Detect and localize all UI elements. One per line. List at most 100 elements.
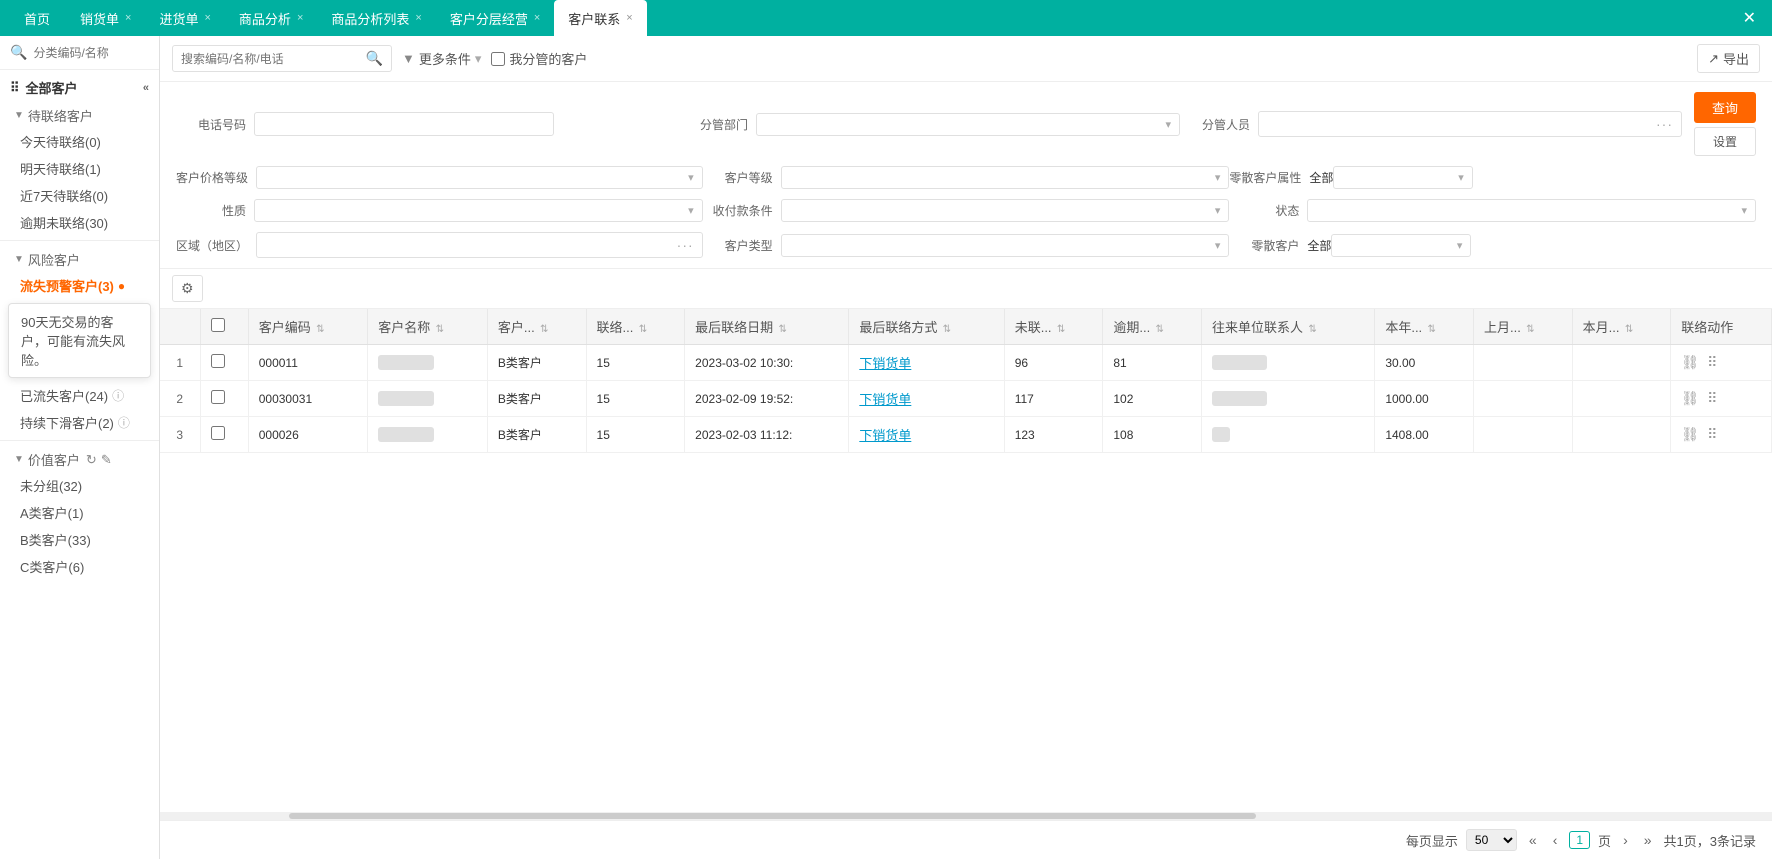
- cell-last-contact-method: 下销货单: [849, 381, 1004, 417]
- sidebar-search-input[interactable]: [33, 46, 149, 60]
- sidebar-item-declining[interactable]: 持续下滑客户(2) ⓘ: [0, 409, 159, 436]
- close-all-button[interactable]: ✕: [1735, 8, 1764, 28]
- more-conditions-chevron: ▾: [475, 51, 482, 67]
- th-current-year[interactable]: 本年... ⇅: [1375, 309, 1474, 345]
- filter-select-dept[interactable]: ▾: [756, 113, 1180, 136]
- filter-dots-region[interactable]: ···: [256, 232, 703, 258]
- sidebar-item-churned[interactable]: 已流失客户(24) ⓘ: [0, 382, 159, 409]
- filter-dots-manager[interactable]: ···: [1258, 111, 1682, 137]
- last-contact-method-link[interactable]: 下销货单: [859, 428, 911, 443]
- close-goods-analysis-list-icon[interactable]: ×: [415, 12, 421, 24]
- nav-customer-contact-label: 客户联系: [568, 9, 620, 28]
- churn-warning-tooltip: 90天无交易的客户，可能有流失风险。: [8, 303, 151, 378]
- value-customers-group[interactable]: ▼ 价值客户 ↻ ✎: [0, 445, 159, 472]
- prev-page-btn[interactable]: ‹: [1549, 832, 1562, 848]
- search-input[interactable]: [181, 52, 366, 66]
- filter-select-retail[interactable]: ▾: [1331, 234, 1471, 257]
- row-checkbox[interactable]: [211, 426, 225, 440]
- sidebar: 🔍 ⠿ 全部客户 « ▼ 待联络客户 今天待联络(0) 明天待联络(1) 近7天…: [0, 36, 160, 859]
- sidebar-item-tomorrow-contact[interactable]: 明天待联络(1): [0, 155, 159, 182]
- th-last-month[interactable]: 上月... ⇅: [1473, 309, 1572, 345]
- scrollbar-thumb[interactable]: [289, 813, 1256, 819]
- th-overdue-days[interactable]: 逾期... ⇅: [1103, 309, 1202, 345]
- th-contact-person[interactable]: 往来单位联系人 ⇅: [1202, 309, 1375, 345]
- my-customers-checkbox[interactable]: 我分管的客户: [491, 49, 587, 68]
- close-customer-tier-icon[interactable]: ×: [534, 12, 540, 24]
- row-checkbox[interactable]: [211, 390, 225, 404]
- cell-action: ⛓ ⠿: [1671, 381, 1772, 417]
- at-risk-group[interactable]: ▼ 风险客户: [0, 245, 159, 272]
- query-button[interactable]: 查询: [1694, 92, 1756, 123]
- th-last-contact-method[interactable]: 最后联络方式 ⇅: [849, 309, 1004, 345]
- sidebar-item-overdue-contact[interactable]: 逾期未联络(30): [0, 209, 159, 236]
- filter-select-status[interactable]: ▾: [1307, 199, 1756, 222]
- filter-label-manager: 分管人员: [1180, 116, 1250, 133]
- filter-label-retail-attr: 零散客户属性: [1229, 169, 1301, 186]
- sidebar-item-class-b[interactable]: B类客户(33): [0, 526, 159, 553]
- action-more-icon[interactable]: ⠿: [1707, 390, 1717, 407]
- all-customers-header[interactable]: ⠿ 全部客户 «: [0, 70, 159, 101]
- close-purchase-icon[interactable]: ×: [204, 12, 210, 24]
- nav-tab-sales[interactable]: 销货单 ×: [66, 0, 145, 36]
- nav-tab-goods-analysis[interactable]: 商品分析 ×: [225, 0, 317, 36]
- page-label: 页: [1598, 831, 1611, 850]
- th-type[interactable]: 客户... ⇅: [487, 309, 586, 345]
- sidebar-item-week-contact[interactable]: 近7天待联络(0): [0, 182, 159, 209]
- th-contact-count[interactable]: 联络... ⇅: [586, 309, 685, 345]
- filter-select-payment[interactable]: ▾: [781, 199, 1230, 222]
- cell-name: ██████: [368, 381, 488, 417]
- next-page-btn[interactable]: ›: [1619, 832, 1632, 848]
- refresh-icon[interactable]: ↻: [86, 452, 97, 468]
- sidebar-item-today-contact[interactable]: 今天待联络(0): [0, 128, 159, 155]
- th-code[interactable]: 客户编码 ⇅: [248, 309, 368, 345]
- action-link-icon[interactable]: ⛓: [1681, 426, 1699, 443]
- close-customer-contact-icon[interactable]: ×: [626, 12, 632, 24]
- close-sales-icon[interactable]: ×: [125, 12, 131, 24]
- my-customers-check[interactable]: [491, 52, 505, 66]
- action-link-icon[interactable]: ⛓: [1681, 354, 1699, 371]
- last-contact-method-link[interactable]: 下销货单: [859, 392, 911, 407]
- filter-select-retail-attr[interactable]: ▾: [1333, 166, 1472, 189]
- search-bar: 🔍 ▼ 更多条件 ▾ 我分管的客户 ↗ 导出: [160, 36, 1772, 82]
- nav-tab-customer-tier[interactable]: 客户分层经营 ×: [436, 0, 554, 36]
- gear-button[interactable]: ⚙: [172, 275, 203, 302]
- th-current-month[interactable]: 本月... ⇅: [1572, 309, 1671, 345]
- cell-last-contact-method: 下销货单: [849, 345, 1004, 381]
- th-no-contact-days[interactable]: 未联... ⇅: [1004, 309, 1103, 345]
- select-all-checkbox[interactable]: [211, 318, 225, 332]
- pending-contact-group[interactable]: ▼ 待联络客户: [0, 101, 159, 128]
- search-execute-icon[interactable]: 🔍: [366, 50, 383, 67]
- filter-field-customer-type: 客户类型 ▾: [703, 234, 1230, 257]
- nav-tab-purchase[interactable]: 进货单 ×: [145, 0, 224, 36]
- sidebar-item-ungrouped[interactable]: 未分组(32): [0, 472, 159, 499]
- nav-tab-goods-analysis-list[interactable]: 商品分析列表 ×: [317, 0, 435, 36]
- filter-select-nature[interactable]: ▾: [254, 199, 703, 222]
- edit-value-group-icon[interactable]: ✎: [101, 452, 112, 468]
- nav-goods-analysis-label: 商品分析: [239, 9, 291, 28]
- sidebar-item-churn-warning[interactable]: 流失预警客户(3) ●: [0, 272, 159, 299]
- first-page-btn[interactable]: «: [1525, 832, 1541, 848]
- filter-input-phone[interactable]: [254, 112, 554, 136]
- nav-tab-home[interactable]: 首页: [8, 0, 66, 36]
- th-last-contact-date[interactable]: 最后联络日期 ⇅: [685, 309, 849, 345]
- row-checkbox[interactable]: [211, 354, 225, 368]
- close-goods-analysis-icon[interactable]: ×: [297, 12, 303, 24]
- filter-select-customer-level[interactable]: ▾: [781, 166, 1230, 189]
- per-page-select[interactable]: 50 100 200: [1466, 829, 1517, 851]
- cell-current-year: 1408.00: [1375, 417, 1474, 453]
- horizontal-scrollbar[interactable]: [160, 812, 1772, 820]
- nav-tab-customer-contact[interactable]: 客户联系 ×: [554, 0, 646, 36]
- action-link-icon[interactable]: ⛓: [1681, 390, 1699, 407]
- last-page-btn[interactable]: »: [1640, 832, 1656, 848]
- more-conditions-button[interactable]: ▼ 更多条件 ▾: [402, 49, 481, 68]
- sidebar-item-class-c[interactable]: C类客户(6): [0, 553, 159, 580]
- filter-select-customer-type[interactable]: ▾: [781, 234, 1230, 257]
- th-name[interactable]: 客户名称 ⇅: [368, 309, 488, 345]
- action-more-icon[interactable]: ⠿: [1707, 426, 1717, 443]
- export-button[interactable]: ↗ 导出: [1697, 44, 1760, 73]
- filter-select-price-level[interactable]: ▾: [256, 166, 703, 189]
- action-more-icon[interactable]: ⠿: [1707, 354, 1717, 371]
- settings-button[interactable]: 设置: [1694, 127, 1756, 156]
- sidebar-item-class-a[interactable]: A类客户(1): [0, 499, 159, 526]
- last-contact-method-link[interactable]: 下销货单: [859, 356, 911, 371]
